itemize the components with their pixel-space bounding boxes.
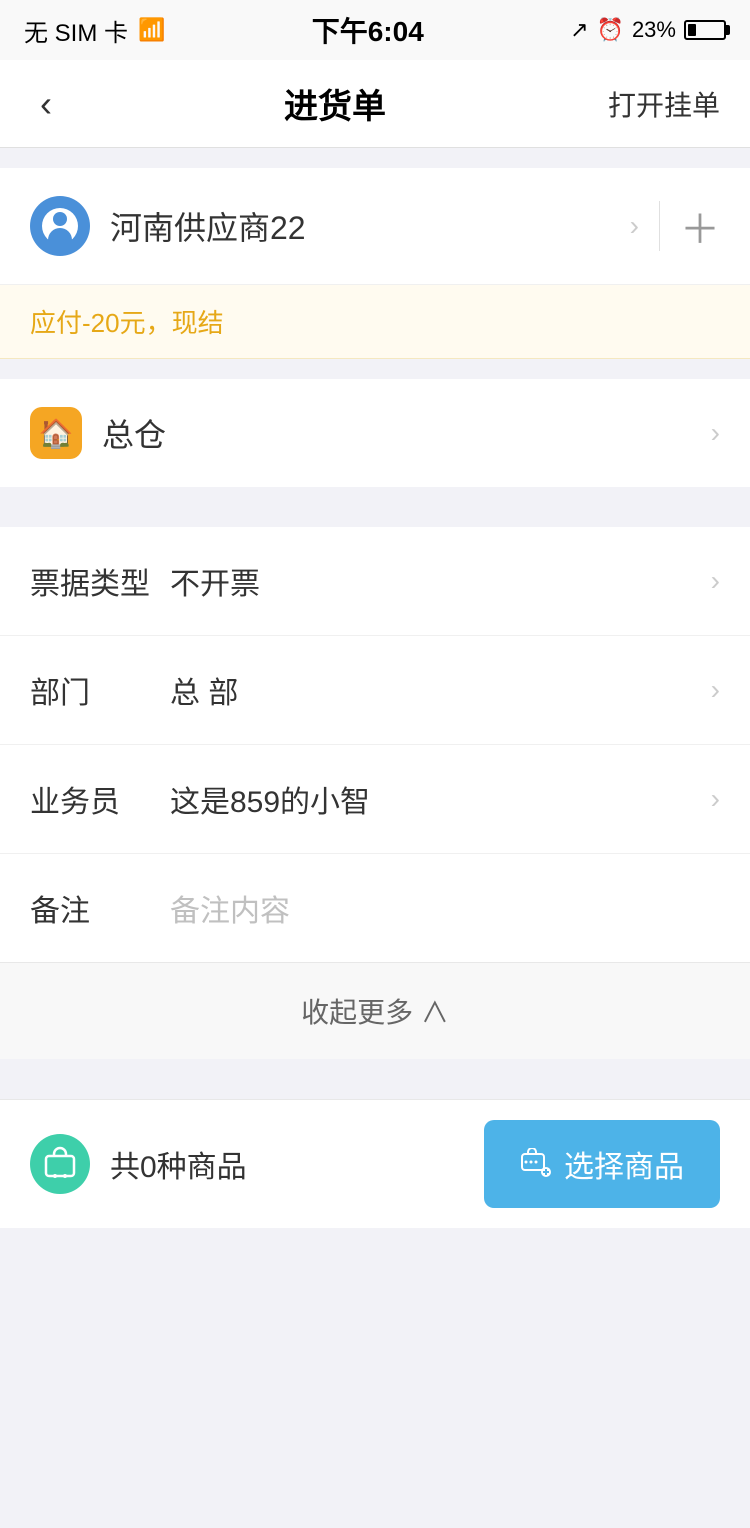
add-button[interactable]: ＋	[680, 197, 720, 255]
product-count: 共0种商品	[110, 1142, 484, 1186]
warehouse-name: 总仓	[102, 410, 711, 456]
supplier-name: 河南供应商22	[110, 203, 630, 249]
battery-icon	[684, 20, 726, 40]
page-title: 进货单	[284, 79, 386, 128]
warehouse-icon: 🏠	[30, 407, 82, 459]
section-gap-3	[0, 487, 750, 507]
department-row[interactable]: 部门 总 部 ›	[0, 636, 750, 745]
section-gap-2	[0, 359, 750, 379]
notice-text: 应付-20元，现结	[30, 308, 224, 338]
supplier-avatar	[30, 196, 90, 256]
status-time: 下午6:04	[312, 10, 424, 50]
select-btn-label: 选择商品	[564, 1142, 684, 1186]
back-button[interactable]: ‹	[30, 73, 62, 135]
salesperson-row[interactable]: 业务员 这是859的小智 ›	[0, 745, 750, 854]
department-label: 部门	[30, 668, 150, 712]
ticket-type-label: 票据类型	[30, 559, 150, 603]
collapse-label: 收起更多 ∧	[301, 997, 449, 1028]
chevron-right-icon: ›	[630, 210, 639, 242]
page-background	[0, 1228, 750, 1528]
collapse-bar[interactable]: 收起更多 ∧	[0, 962, 750, 1059]
status-right: ↗ ⏰ 23%	[570, 17, 726, 43]
location-icon: ↗	[570, 17, 588, 43]
nav-bar: ‹ 进货单 打开挂单	[0, 60, 750, 148]
status-bar: 无 SIM 卡 📶 下午6:04 ↗ ⏰ 23%	[0, 0, 750, 60]
section-gap-1	[0, 148, 750, 168]
bottom-bar: 共0种商品 选择商品	[0, 1099, 750, 1228]
alarm-icon: ⏰	[597, 17, 624, 43]
cart-icon	[42, 1146, 78, 1182]
warehouse-section: 🏠 总仓 ›	[0, 379, 750, 487]
remark-row[interactable]: 备注 备注内容	[0, 854, 750, 962]
chevron-right-icon: ›	[711, 565, 720, 597]
department-value: 总 部	[150, 668, 711, 712]
chevron-right-icon: ›	[711, 417, 720, 449]
salesperson-value: 这是859的小智	[150, 777, 711, 821]
carrier-label: 无 SIM 卡	[24, 13, 128, 48]
supplier-row[interactable]: 河南供应商22 › ＋	[0, 168, 750, 285]
wifi-icon: 📶	[138, 17, 165, 43]
remark-label: 备注	[30, 886, 150, 930]
section-gap-4	[0, 1059, 750, 1079]
ticket-type-row[interactable]: 票据类型 不开票 ›	[0, 527, 750, 636]
ticket-type-value: 不开票	[150, 559, 711, 603]
supplier-actions: › ＋	[630, 197, 720, 255]
open-pending-button[interactable]: 打开挂单	[608, 84, 720, 124]
select-product-icon	[520, 1148, 552, 1180]
status-left: 无 SIM 卡 📶	[24, 13, 165, 48]
form-section: 票据类型 不开票 › 部门 总 部 › 业务员 这是859的小智 › 备注 备注…	[0, 527, 750, 962]
notice-bar: 应付-20元，现结	[0, 285, 750, 359]
select-product-button[interactable]: 选择商品	[484, 1120, 720, 1208]
warehouse-row[interactable]: 🏠 总仓 ›	[0, 379, 750, 487]
battery-label: 23%	[632, 17, 676, 43]
remark-placeholder: 备注内容	[150, 886, 720, 930]
supplier-section: 河南供应商22 › ＋ 应付-20元，现结	[0, 168, 750, 359]
salesperson-label: 业务员	[30, 777, 150, 821]
product-icon	[30, 1134, 90, 1194]
chevron-right-icon: ›	[711, 674, 720, 706]
chevron-right-icon: ›	[711, 783, 720, 815]
vertical-divider	[659, 201, 660, 251]
